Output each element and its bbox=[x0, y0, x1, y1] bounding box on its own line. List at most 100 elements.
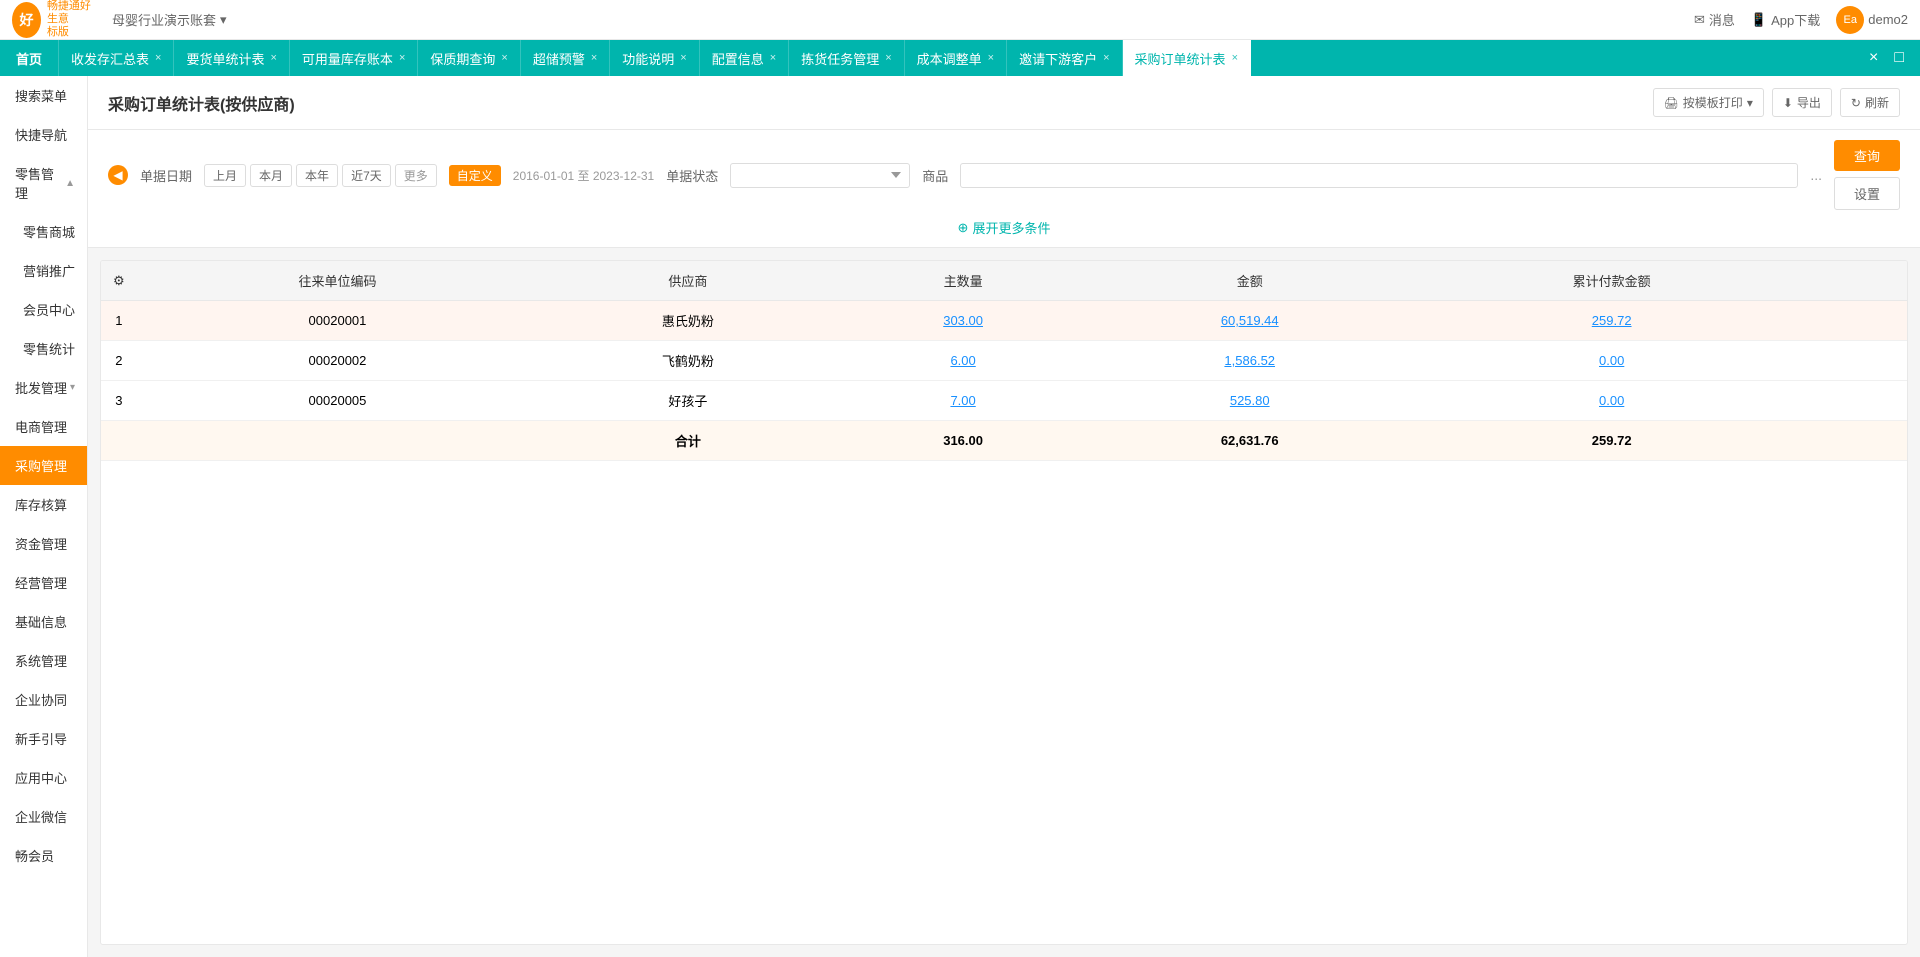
tab-pick-task[interactable]: 拣货任务管理 × bbox=[789, 40, 904, 76]
shortcut-this-year[interactable]: 本年 bbox=[296, 164, 338, 187]
sidebar-item-marketing[interactable]: 营销推广 bbox=[0, 251, 87, 290]
tab-collect-pay[interactable]: 收发存汇总表 × bbox=[59, 40, 174, 76]
row-amount[interactable]: 60,519.44 bbox=[1089, 301, 1411, 341]
tab-shelf-life[interactable]: 保质期查询 × bbox=[418, 40, 520, 76]
tab-invite-downstream[interactable]: 邀请下游客户 × bbox=[1007, 40, 1122, 76]
sidebar-item-ecommerce[interactable]: 电商管理 bbox=[0, 407, 87, 446]
sidebar-item-operations[interactable]: 经营管理 bbox=[0, 563, 87, 602]
tab-close-icon[interactable]: × bbox=[399, 52, 405, 64]
nav-tab-actions: × □ bbox=[1865, 49, 1920, 67]
row-amount[interactable]: 525.80 bbox=[1089, 381, 1411, 421]
row-paid[interactable]: 0.00 bbox=[1411, 341, 1813, 381]
collapse-btn[interactable]: ◀ bbox=[108, 165, 128, 185]
status-select[interactable] bbox=[730, 163, 910, 188]
settings-btn[interactable]: 设置 bbox=[1834, 177, 1900, 210]
query-btn[interactable]: 查询 bbox=[1834, 140, 1900, 171]
tab-close-icon[interactable]: × bbox=[501, 52, 507, 64]
shortcut-last-month[interactable]: 上月 bbox=[204, 164, 246, 187]
sidebar-item-inventory[interactable]: 库存核算 bbox=[0, 485, 87, 524]
row-qty[interactable]: 6.00 bbox=[838, 341, 1089, 381]
row-empty bbox=[1812, 381, 1907, 421]
tab-close-icon[interactable]: × bbox=[770, 52, 776, 64]
sidebar-item-member-center[interactable]: 会员中心 bbox=[0, 290, 87, 329]
custom-date-badge[interactable]: 自定义 bbox=[449, 165, 501, 186]
sidebar-item-app-center[interactable]: 应用中心 bbox=[0, 758, 87, 797]
tab-cost-adjust[interactable]: 成本调整单 × bbox=[905, 40, 1007, 76]
col-code: 往来单位编码 bbox=[137, 261, 539, 301]
sidebar-item-enterprise-collab[interactable]: 企业协同 bbox=[0, 680, 87, 719]
row-code: 00020002 bbox=[137, 341, 539, 381]
sidebar-item-search[interactable]: 搜索菜单 bbox=[0, 76, 87, 115]
sidebar-item-enterprise-wechat[interactable]: 企业微信 bbox=[0, 797, 87, 836]
row-paid[interactable]: 0.00 bbox=[1411, 381, 1813, 421]
sidebar-item-retail-mgmt[interactable]: 零售管理 ▲ bbox=[0, 154, 87, 212]
expand-more-btn[interactable]: ⊕ 展开更多条件 bbox=[958, 218, 1051, 237]
refresh-btn[interactable]: ↻ 刷新 bbox=[1840, 88, 1900, 117]
chevron-down-icon: ▾ bbox=[1747, 96, 1753, 110]
sidebar-item-retail-mall[interactable]: 零售商城 bbox=[0, 212, 87, 251]
sidebar-item-finance[interactable]: 资金管理 bbox=[0, 524, 87, 563]
filter-bar: ◀ 单据日期 上月 本月 本年 近7天 更多 自定义 2016-01-01 至 … bbox=[88, 130, 1920, 248]
shortcut-7days[interactable]: 近7天 bbox=[342, 164, 391, 187]
sidebar-item-sys-mgmt[interactable]: 系统管理 bbox=[0, 641, 87, 680]
tab-overstock[interactable]: 超储预警 × bbox=[521, 40, 610, 76]
sidebar-item-quick-nav[interactable]: 快捷导航 bbox=[0, 115, 87, 154]
tab-order-stats[interactable]: 要货单统计表 × bbox=[174, 40, 289, 76]
expand-btn[interactable]: □ bbox=[1890, 49, 1908, 67]
col-qty: 主数量 bbox=[838, 261, 1089, 301]
print-btn[interactable]: 🖨 按模板打印 ▾ bbox=[1653, 88, 1764, 117]
row-code: 00020001 bbox=[137, 301, 539, 341]
tab-available-stock[interactable]: 可用量库存账本 × bbox=[290, 40, 418, 76]
print-icon: 🖨 bbox=[1664, 96, 1679, 110]
date-range-text: 2016-01-01 至 2023-12-31 bbox=[513, 167, 654, 184]
top-right-actions: ✉ 消息 📱 App下载 Ea demo2 bbox=[1694, 6, 1908, 34]
footer-row: 合计 316.00 62,631.76 259.72 bbox=[101, 421, 1907, 461]
sidebar-item-member[interactable]: 畅会员 bbox=[0, 836, 87, 875]
tab-close-icon[interactable]: × bbox=[885, 52, 891, 64]
row-index: 3 bbox=[101, 381, 137, 421]
export-btn[interactable]: ⬇ 导出 bbox=[1772, 88, 1832, 117]
tab-func-desc[interactable]: 功能说明 × bbox=[610, 40, 699, 76]
table-row: 2 00020002 飞鹤奶粉 6.00 1,586.52 0.00 bbox=[101, 341, 1907, 381]
tab-config[interactable]: 配置信息 × bbox=[700, 40, 789, 76]
shortcut-this-month[interactable]: 本月 bbox=[250, 164, 292, 187]
user-menu[interactable]: Ea demo2 bbox=[1836, 6, 1908, 34]
row-qty[interactable]: 7.00 bbox=[838, 381, 1089, 421]
footer-empty-2 bbox=[137, 421, 539, 461]
tab-close-icon[interactable]: × bbox=[988, 52, 994, 64]
row-paid[interactable]: 259.72 bbox=[1411, 301, 1813, 341]
tab-purchase-stats[interactable]: 采购订单统计表 × bbox=[1123, 40, 1251, 76]
row-code: 00020005 bbox=[137, 381, 539, 421]
date-shortcuts: 上月 本月 本年 近7天 更多 bbox=[204, 164, 437, 187]
sidebar-item-new-guide[interactable]: 新手引导 bbox=[0, 719, 87, 758]
sidebar-item-basic-info[interactable]: 基础信息 bbox=[0, 602, 87, 641]
table-footer: 合计 316.00 62,631.76 259.72 bbox=[101, 421, 1907, 461]
row-qty[interactable]: 303.00 bbox=[838, 301, 1089, 341]
footer-empty-3 bbox=[1812, 421, 1907, 461]
more-fields-btn[interactable]: ... bbox=[1810, 167, 1822, 183]
shortcut-more[interactable]: 更多 bbox=[395, 164, 437, 187]
tab-close-icon[interactable]: × bbox=[155, 52, 161, 64]
close-all-btn[interactable]: × bbox=[1865, 49, 1882, 67]
tab-close-icon[interactable]: × bbox=[270, 52, 276, 64]
app-download-btn[interactable]: 📱 App下载 bbox=[1751, 10, 1820, 29]
tab-close-icon[interactable]: × bbox=[1232, 52, 1238, 64]
sidebar-item-retail-stats[interactable]: 零售统计 bbox=[0, 329, 87, 368]
main-layout: 搜索菜单 快捷导航 零售管理 ▲ 零售商城 营销推广 会员中心 零售统计 批发管… bbox=[0, 76, 1920, 957]
sidebar-item-wholesale[interactable]: 批发管理 ▾ bbox=[0, 368, 87, 407]
row-amount[interactable]: 1,586.52 bbox=[1089, 341, 1411, 381]
row-empty bbox=[1812, 301, 1907, 341]
logo-area: 好 畅捷通好生意 标版 bbox=[12, 0, 100, 39]
workspace-selector[interactable]: 母婴行业演示账套 ▾ bbox=[112, 10, 231, 29]
mobile-icon: 📱 bbox=[1751, 12, 1767, 28]
expand-arrow-icon: ▾ bbox=[70, 382, 75, 393]
tab-close-icon[interactable]: × bbox=[1103, 52, 1109, 64]
tab-home[interactable]: 首页 bbox=[0, 40, 59, 76]
goods-input[interactable] bbox=[960, 163, 1798, 188]
col-settings[interactable]: ⚙ bbox=[101, 261, 137, 301]
sidebar-item-purchase-mgmt[interactable]: 采购管理 bbox=[0, 446, 87, 485]
tab-close-icon[interactable]: × bbox=[591, 52, 597, 64]
message-btn[interactable]: ✉ 消息 bbox=[1694, 10, 1735, 29]
row-index: 2 bbox=[101, 341, 137, 381]
tab-close-icon[interactable]: × bbox=[680, 52, 686, 64]
